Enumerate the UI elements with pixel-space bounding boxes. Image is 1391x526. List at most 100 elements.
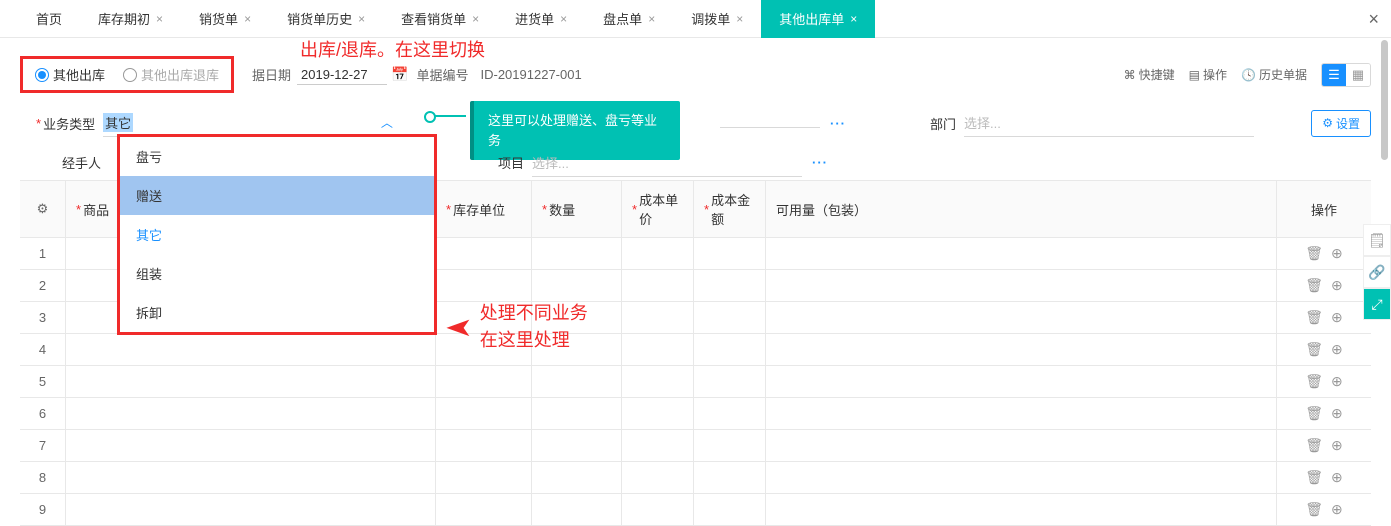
cell-available[interactable]	[766, 334, 1277, 365]
table-row[interactable]: 7🗑⊕	[20, 430, 1371, 462]
cell-cost-amount[interactable]	[694, 494, 766, 525]
cell-cost-price[interactable]	[622, 494, 694, 525]
cell-product[interactable]	[66, 462, 436, 493]
add-row-icon[interactable]: ⊕	[1331, 341, 1343, 358]
cell-unit[interactable]	[436, 238, 532, 269]
add-row-icon[interactable]: ⊕	[1331, 277, 1343, 294]
option-zengsong[interactable]: 赠送	[120, 176, 434, 215]
table-row[interactable]: 9🗑⊕	[20, 494, 1371, 526]
cell-available[interactable]	[766, 398, 1277, 429]
cell-cost-price[interactable]	[622, 366, 694, 397]
gear-icon[interactable]: ⚙	[20, 181, 66, 237]
radio-other-out[interactable]: 其他出库	[35, 65, 105, 84]
cell-cost-amount[interactable]	[694, 430, 766, 461]
table-row[interactable]: 6🗑⊕	[20, 398, 1371, 430]
side-note-button[interactable]: 🗒	[1363, 224, 1391, 256]
cell-unit[interactable]	[436, 462, 532, 493]
cell-qty[interactable]	[532, 238, 622, 269]
cell-available[interactable]	[766, 270, 1277, 301]
cell-unit[interactable]	[436, 366, 532, 397]
cell-cost-price[interactable]	[622, 238, 694, 269]
close-icon[interactable]: ×	[736, 12, 743, 26]
delete-row-icon[interactable]: 🗑	[1305, 341, 1323, 358]
operate-button[interactable]: ▤操作	[1189, 66, 1227, 83]
cell-available[interactable]	[766, 366, 1277, 397]
cell-available[interactable]	[766, 238, 1277, 269]
biztype-select[interactable]: 其它 〈	[103, 109, 393, 137]
cell-unit[interactable]	[436, 430, 532, 461]
tab-other-out[interactable]: 其他出库单×	[761, 0, 875, 38]
delete-row-icon[interactable]: 🗑	[1305, 373, 1323, 390]
table-row[interactable]: 5🗑⊕	[20, 366, 1371, 398]
cell-cost-amount[interactable]	[694, 302, 766, 333]
cell-qty[interactable]	[532, 366, 622, 397]
cell-cost-amount[interactable]	[694, 238, 766, 269]
cell-available[interactable]	[766, 494, 1277, 525]
close-icon[interactable]: ×	[648, 12, 655, 26]
cell-unit[interactable]	[436, 494, 532, 525]
field-select-mid[interactable]	[720, 119, 820, 128]
close-icon[interactable]: ×	[560, 12, 567, 26]
grid-view-button[interactable]: ▦	[1346, 64, 1370, 86]
close-icon[interactable]: ×	[156, 12, 163, 26]
close-icon[interactable]: ×	[1368, 9, 1379, 30]
add-row-icon[interactable]: ⊕	[1331, 437, 1343, 454]
settings-button[interactable]: ⚙设置	[1311, 110, 1371, 137]
delete-row-icon[interactable]: 🗑	[1305, 501, 1323, 518]
cell-cost-price[interactable]	[622, 334, 694, 365]
cell-product[interactable]	[66, 494, 436, 525]
cell-product[interactable]	[66, 398, 436, 429]
cell-cost-price[interactable]	[622, 462, 694, 493]
dept-select[interactable]: 选择...	[964, 109, 1254, 137]
tab-inventory[interactable]: 盘点单×	[585, 0, 673, 38]
close-icon[interactable]: ×	[244, 12, 251, 26]
close-icon[interactable]: ×	[358, 12, 365, 26]
cell-cost-price[interactable]	[622, 430, 694, 461]
cell-qty[interactable]	[532, 270, 622, 301]
calendar-icon[interactable]: 📅	[391, 66, 408, 83]
radio-other-out-return[interactable]: 其他出库退库	[123, 65, 219, 84]
cell-cost-amount[interactable]	[694, 366, 766, 397]
side-link-button[interactable]: 🔗	[1363, 256, 1391, 288]
table-row[interactable]: 8🗑⊕	[20, 462, 1371, 494]
more-icon[interactable]: ···	[812, 155, 828, 170]
cell-cost-price[interactable]	[622, 270, 694, 301]
cell-available[interactable]	[766, 302, 1277, 333]
add-row-icon[interactable]: ⊕	[1331, 373, 1343, 390]
cell-qty[interactable]	[532, 462, 622, 493]
date-input[interactable]: 2019-12-27	[297, 65, 387, 85]
cell-cost-amount[interactable]	[694, 398, 766, 429]
tab-transfer[interactable]: 调拨单×	[673, 0, 761, 38]
cell-unit[interactable]	[436, 270, 532, 301]
tab-home[interactable]: 首页	[18, 0, 80, 38]
table-row[interactable]: 4🗑⊕	[20, 334, 1371, 366]
add-row-icon[interactable]: ⊕	[1331, 245, 1343, 262]
delete-row-icon[interactable]: 🗑	[1305, 437, 1323, 454]
cell-product[interactable]	[66, 366, 436, 397]
list-view-button[interactable]: ☰	[1322, 64, 1346, 86]
cell-cost-amount[interactable]	[694, 334, 766, 365]
add-row-icon[interactable]: ⊕	[1331, 309, 1343, 326]
option-zuzhuang[interactable]: 组装	[120, 254, 434, 293]
cell-qty[interactable]	[532, 398, 622, 429]
cell-cost-amount[interactable]	[694, 270, 766, 301]
cell-cost-price[interactable]	[622, 398, 694, 429]
delete-row-icon[interactable]: 🗑	[1305, 245, 1323, 262]
option-pankui[interactable]: 盘亏	[120, 137, 434, 176]
tab-purchase[interactable]: 进货单×	[497, 0, 585, 38]
option-qita[interactable]: 其它	[120, 215, 434, 254]
delete-row-icon[interactable]: 🗑	[1305, 277, 1323, 294]
cell-product[interactable]	[66, 334, 436, 365]
close-icon[interactable]: ×	[472, 12, 479, 26]
tab-stock-init[interactable]: 库存期初×	[80, 0, 181, 38]
tab-sales-history[interactable]: 销货单历史×	[269, 0, 383, 38]
side-expand-button[interactable]: ⤢	[1363, 288, 1391, 320]
tab-sales[interactable]: 销货单×	[181, 0, 269, 38]
more-icon[interactable]: ···	[830, 116, 846, 131]
cell-cost-amount[interactable]	[694, 462, 766, 493]
cell-unit[interactable]	[436, 398, 532, 429]
delete-row-icon[interactable]: 🗑	[1305, 309, 1323, 326]
add-row-icon[interactable]: ⊕	[1331, 405, 1343, 422]
cell-available[interactable]	[766, 462, 1277, 493]
history-button[interactable]: 🕓历史单据	[1241, 66, 1307, 83]
